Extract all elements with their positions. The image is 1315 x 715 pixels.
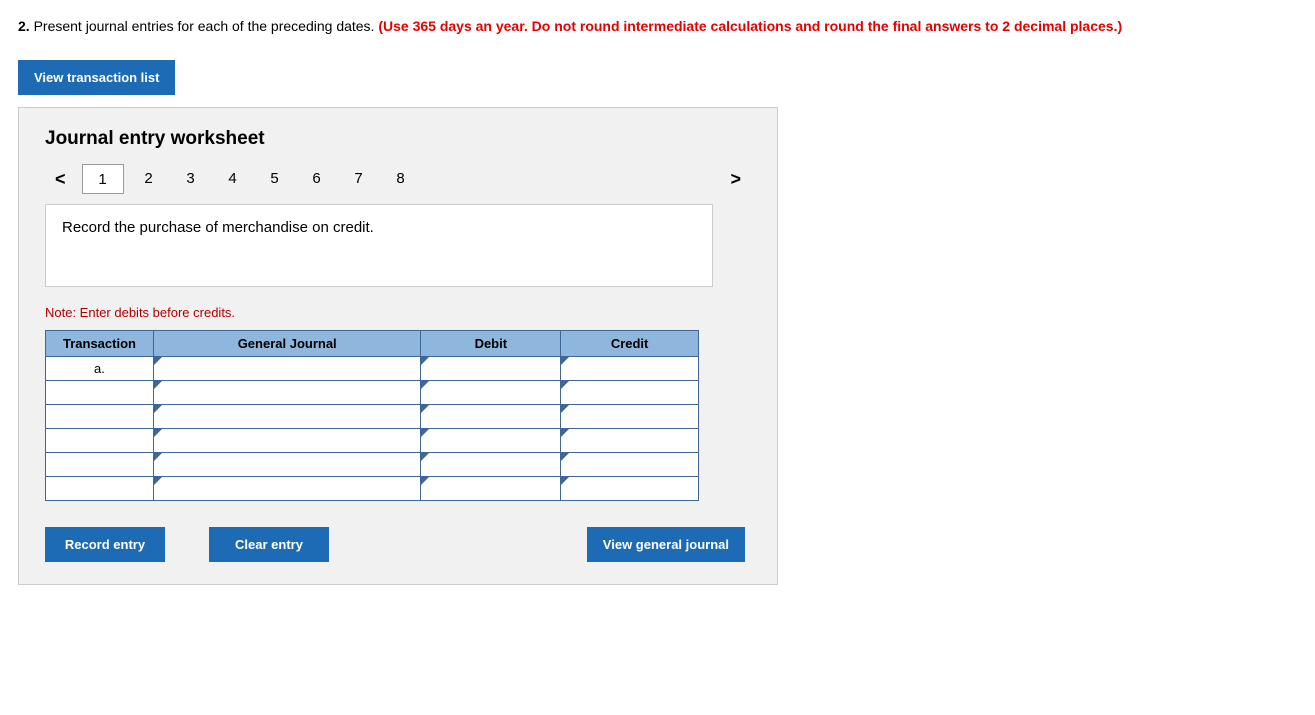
cell-general-journal[interactable] — [153, 405, 421, 429]
journal-entry-table: Transaction General Journal Debit Credit… — [45, 330, 699, 501]
cell-debit[interactable] — [421, 405, 561, 429]
cell-debit[interactable] — [421, 453, 561, 477]
table-row — [46, 453, 699, 477]
journal-worksheet-panel: Journal entry worksheet < 12345678 > Rec… — [18, 107, 778, 585]
cell-transaction[interactable] — [46, 453, 154, 477]
clear-entry-button[interactable]: Clear entry — [209, 527, 329, 562]
col-header-credit: Credit — [561, 331, 699, 357]
view-transaction-list-button[interactable]: View transaction list — [18, 60, 175, 95]
worksheet-pager: < 12345678 > — [45, 164, 751, 194]
cell-general-journal[interactable] — [153, 429, 421, 453]
question-text: Present journal entries for each of the … — [30, 18, 379, 34]
cell-debit[interactable] — [421, 357, 561, 381]
table-row: a. — [46, 357, 699, 381]
cell-credit[interactable] — [561, 381, 699, 405]
col-header-transaction: Transaction — [46, 331, 154, 357]
cell-general-journal[interactable] — [153, 477, 421, 501]
cell-transaction[interactable]: a. — [46, 357, 154, 381]
cell-transaction[interactable] — [46, 477, 154, 501]
cell-transaction[interactable] — [46, 405, 154, 429]
cell-credit[interactable] — [561, 405, 699, 429]
question-instruction: (Use 365 days an year. Do not round inte… — [378, 18, 1122, 34]
table-row — [46, 381, 699, 405]
cell-credit[interactable] — [561, 477, 699, 501]
pager-tab-4[interactable]: 4 — [212, 164, 254, 194]
question-prompt: 2. Present journal entries for each of t… — [18, 18, 1258, 34]
cell-debit[interactable] — [421, 429, 561, 453]
pager-tab-5[interactable]: 5 — [254, 164, 296, 194]
cell-general-journal[interactable] — [153, 381, 421, 405]
cell-transaction[interactable] — [46, 381, 154, 405]
note-text: Note: Enter debits before credits. — [45, 305, 751, 320]
pager-prev-icon[interactable]: < — [45, 165, 76, 194]
pager-next-icon[interactable]: > — [720, 165, 751, 194]
pager-tab-1[interactable]: 1 — [82, 164, 124, 194]
col-header-general-journal: General Journal — [153, 331, 421, 357]
cell-transaction[interactable] — [46, 429, 154, 453]
cell-credit[interactable] — [561, 453, 699, 477]
entry-description: Record the purchase of merchandise on cr… — [45, 204, 713, 287]
cell-credit[interactable] — [561, 357, 699, 381]
record-entry-button[interactable]: Record entry — [45, 527, 165, 562]
cell-debit[interactable] — [421, 381, 561, 405]
worksheet-actions: Record entry Clear entry View general jo… — [45, 527, 745, 562]
table-row — [46, 477, 699, 501]
question-number: 2. — [18, 18, 30, 34]
col-header-debit: Debit — [421, 331, 561, 357]
pager-tab-3[interactable]: 3 — [170, 164, 212, 194]
cell-debit[interactable] — [421, 477, 561, 501]
cell-general-journal[interactable] — [153, 357, 421, 381]
pager-tab-2[interactable]: 2 — [128, 164, 170, 194]
pager-tab-6[interactable]: 6 — [296, 164, 338, 194]
pager-tab-8[interactable]: 8 — [380, 164, 422, 194]
worksheet-title: Journal entry worksheet — [45, 128, 751, 150]
cell-general-journal[interactable] — [153, 453, 421, 477]
view-general-journal-button[interactable]: View general journal — [587, 527, 745, 562]
cell-credit[interactable] — [561, 429, 699, 453]
table-row — [46, 405, 699, 429]
pager-tab-7[interactable]: 7 — [338, 164, 380, 194]
table-row — [46, 429, 699, 453]
